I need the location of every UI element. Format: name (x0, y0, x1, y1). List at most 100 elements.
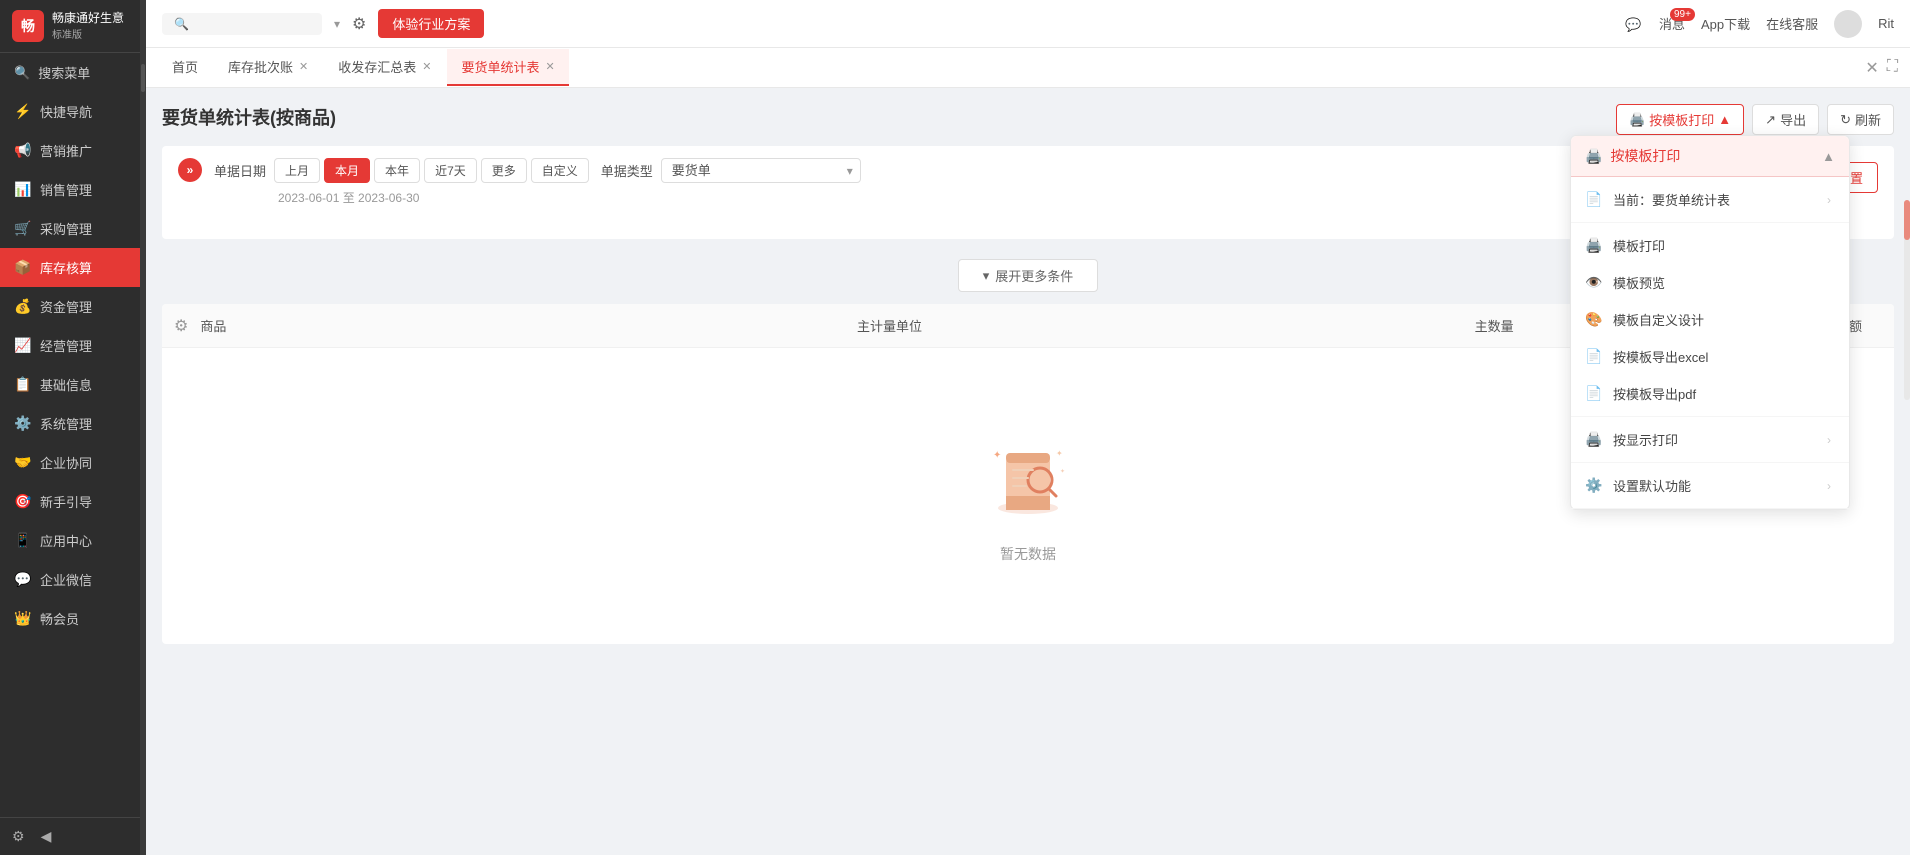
topbar-search[interactable]: 🔍 (162, 13, 322, 35)
close-window-icon[interactable]: ✕ (1865, 58, 1878, 78)
sidebar: 畅 畅康通好生意 标准版 🔍 搜索菜单 ⚡ 快捷导航 📢 营销推广 📊 销售管理… (0, 0, 140, 855)
app-download-link[interactable]: App下载 (1701, 14, 1750, 33)
sidebar-item-wechat[interactable]: 💬 企业微信 (0, 560, 140, 599)
topbar-dropdown-icon[interactable]: ▾ (334, 17, 340, 31)
template-pdf-item[interactable]: 📄 按模板导出pdf (1571, 375, 1849, 412)
online-service-link[interactable]: 在线客服 (1766, 14, 1818, 33)
print-chevron-icon: ▲ (1718, 112, 1731, 127)
current-month-btn[interactable]: 本月 (324, 158, 370, 183)
chevron-right-icon: › (1827, 193, 1831, 207)
current-year-btn[interactable]: 本年 (374, 158, 420, 183)
sidebar-item-label: 企业微信 (40, 570, 92, 589)
filter-group-date: 单据日期 上月 本月 本年 近7天 更多 自定义 2023-06-01 至 20… (214, 158, 589, 206)
right-scrollbar[interactable] (1904, 200, 1910, 400)
action-bar: 🖨️ 按模板打印 ▲ ↗ 导出 ↻ 刷新 (1616, 104, 1894, 135)
shortcut-icon: ⚡ (14, 103, 32, 120)
template-print-item[interactable]: 🖨️ 模板打印 (1571, 227, 1849, 264)
tab-order-stats[interactable]: 要货单统计表 ✕ (447, 49, 568, 86)
sidebar-item-sales[interactable]: 📊 销售管理 (0, 170, 140, 209)
sidebar-item-collab[interactable]: 🤝 企业协同 (0, 443, 140, 482)
custom-btn[interactable]: 自定义 (531, 158, 589, 183)
sidebar-item-basic[interactable]: 📋 基础信息 (0, 365, 140, 404)
sidebar-item-label: 畅会员 (40, 609, 79, 628)
close-tab-receipt-summary[interactable]: ✕ (422, 60, 431, 73)
display-print-label: 按显示打印 (1613, 430, 1678, 449)
sidebar-item-newbie[interactable]: 🎯 新手引导 (0, 482, 140, 521)
app-title: 畅康通好生意 (52, 11, 124, 27)
tab-receipt-summary[interactable]: 收发存汇总表 ✕ (324, 49, 445, 86)
template-design-item[interactable]: 🎨 模板自定义设计 (1571, 301, 1849, 338)
sidebar-item-marketing[interactable]: 📢 营销推广 (0, 131, 140, 170)
sidebar-item-member[interactable]: 👑 畅会员 (0, 599, 140, 638)
more-btn[interactable]: 更多 (481, 158, 527, 183)
settings-icon[interactable]: ⚙ (12, 828, 25, 845)
col-header-product: 商品 (200, 316, 857, 335)
template-excel-item[interactable]: 📄 按模板导出excel (1571, 338, 1849, 375)
date-label: 单据日期 (214, 161, 266, 180)
topbar-gear-icon[interactable]: ⚙ (352, 14, 366, 34)
table-settings-icon[interactable]: ⚙ (174, 316, 188, 336)
tab-inventory-batch[interactable]: 库存批次账 ✕ (214, 49, 322, 86)
search-menu[interactable]: 🔍 搜索菜单 (0, 53, 140, 92)
dropdown-default-section: ⚙️ 设置默认功能 › (1571, 463, 1849, 509)
print-item-icon: 🖨️ (1585, 237, 1603, 254)
appstore-icon: 📱 (14, 532, 32, 549)
user-name: Rit (1878, 16, 1894, 31)
refresh-button[interactable]: ↻ 刷新 (1827, 104, 1894, 135)
preview-item-icon: 👁️ (1585, 274, 1603, 291)
expand-more-btn[interactable]: ▾ 展开更多条件 (958, 259, 1099, 292)
sidebar-item-purchase[interactable]: 🛒 采购管理 (0, 209, 140, 248)
prev-month-btn[interactable]: 上月 (274, 158, 320, 183)
refresh-btn-label: 刷新 (1855, 110, 1881, 129)
wechat-icon: 💬 (14, 571, 32, 588)
filter-expand-icon[interactable]: » (178, 158, 202, 182)
collab-icon: 🤝 (14, 454, 32, 471)
display-print-group[interactable]: 🖨️ 按显示打印 › (1571, 421, 1849, 458)
message-wrap[interactable]: 💬 99+ 消息 (1625, 14, 1685, 33)
sidebar-item-system[interactable]: ⚙️ 系统管理 (0, 404, 140, 443)
template-preview-item[interactable]: 👁️ 模板预览 (1571, 264, 1849, 301)
collapse-icon[interactable]: ◀ (41, 828, 52, 845)
tab-window-controls: ✕ ⛶ (1865, 58, 1898, 78)
sidebar-item-label: 企业协同 (40, 453, 92, 472)
close-tab-inventory-batch[interactable]: ✕ (299, 60, 308, 73)
dropdown-up-icon[interactable]: ▲ (1822, 149, 1835, 164)
set-default-group[interactable]: ⚙️ 设置默认功能 › (1571, 467, 1849, 504)
order-type-select[interactable]: 要货单 (661, 158, 861, 183)
display-print-icon: 🖨️ (1585, 431, 1603, 448)
sidebar-item-shortcut[interactable]: ⚡ 快捷导航 (0, 92, 140, 131)
svg-text:✦: ✦ (1056, 449, 1063, 458)
current-template-item[interactable]: 📄 当前：要货单统计表 › (1571, 181, 1849, 218)
member-icon: 👑 (14, 610, 32, 627)
user-avatar[interactable] (1834, 10, 1862, 38)
sidebar-item-label: 销售管理 (40, 180, 92, 199)
print-btn-label: 按模板打印 (1649, 110, 1714, 129)
sidebar-logo: 畅 畅康通好生意 标准版 (0, 0, 140, 53)
export-button[interactable]: ↗ 导出 (1752, 104, 1819, 135)
sidebar-item-inventory[interactable]: 📦 库存核算 (0, 248, 140, 287)
date-range: 2023-06-01 至 2023-06-30 (278, 189, 419, 206)
tab-home[interactable]: 首页 (158, 49, 212, 86)
tab-home-label: 首页 (172, 57, 198, 76)
right-scroll-thumb (1904, 200, 1910, 240)
tabbar: 首页 库存批次账 ✕ 收发存汇总表 ✕ 要货单统计表 ✕ ✕ ⛶ (146, 48, 1910, 88)
sidebar-item-operations[interactable]: 📈 经营管理 (0, 326, 140, 365)
date-buttons: 上月 本月 本年 近7天 更多 自定义 (274, 158, 589, 183)
logo-icon: 畅 (12, 10, 44, 42)
col-header-qty: 主数量 (1185, 316, 1533, 335)
template-design-label: 模板自定义设计 (1613, 310, 1704, 329)
sidebar-item-appstore[interactable]: 📱 应用中心 (0, 521, 140, 560)
print-template-button[interactable]: 🖨️ 按模板打印 ▲ (1616, 104, 1744, 135)
dropdown-header: 🖨️ 按模板打印 ▲ (1571, 136, 1849, 177)
sidebar-item-finance[interactable]: 💰 资金管理 (0, 287, 140, 326)
close-tab-order-stats[interactable]: ✕ (546, 60, 555, 73)
pdf-item-icon: 📄 (1585, 385, 1603, 402)
topbar: 🔍 ▾ ⚙ 体验行业方案 💬 99+ 消息 App下载 在线客服 Rit (146, 0, 1910, 48)
trial-button[interactable]: 体验行业方案 (378, 9, 484, 38)
default-chevron-icon: › (1827, 479, 1831, 493)
print-icon: 🖨️ (1629, 112, 1645, 128)
last-7-btn[interactable]: 近7天 (424, 158, 477, 183)
design-item-icon: 🎨 (1585, 311, 1603, 328)
dropdown-current-template-section: 📄 当前：要货单统计表 › (1571, 177, 1849, 223)
expand-window-icon[interactable]: ⛶ (1887, 58, 1898, 78)
